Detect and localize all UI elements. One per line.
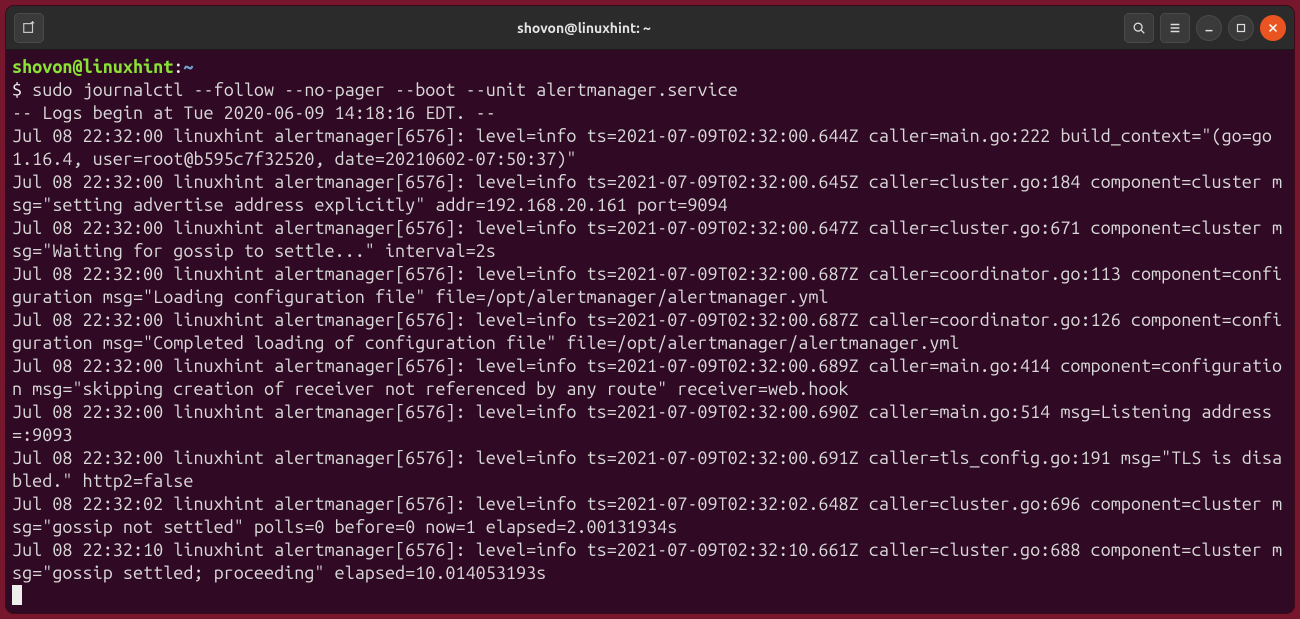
new-tab-icon: [22, 21, 36, 35]
menu-button[interactable]: [1160, 13, 1190, 43]
close-button[interactable]: [1260, 15, 1286, 41]
new-tab-button[interactable]: [14, 13, 44, 43]
prompt-dollar: $: [12, 80, 32, 100]
maximize-icon: [1234, 21, 1248, 35]
terminal-body[interactable]: shovon@linuxhint:~ $ sudo journalctl --f…: [6, 50, 1294, 613]
terminal-window: shovon@linuxhint: ~ shovon@linuxhint:~ $…: [6, 6, 1294, 613]
prompt-user: shovon@linuxhint: [12, 57, 173, 77]
log-output: -- Logs begin at Tue 2020-06-09 14:18:16…: [12, 103, 1282, 583]
minimize-icon: [1202, 21, 1216, 35]
window-title: shovon@linuxhint: ~: [50, 20, 1118, 36]
search-button[interactable]: [1124, 13, 1154, 43]
search-icon: [1132, 21, 1146, 35]
prompt-path: ~: [183, 57, 193, 77]
titlebar: shovon@linuxhint: ~: [6, 6, 1294, 50]
minimize-button[interactable]: [1196, 15, 1222, 41]
command-text: sudo journalctl --follow --no-pager --bo…: [32, 80, 738, 100]
maximize-button[interactable]: [1228, 15, 1254, 41]
prompt-sep: :: [173, 57, 183, 77]
cursor: [12, 585, 22, 605]
close-icon: [1266, 21, 1280, 35]
hamburger-icon: [1168, 21, 1182, 35]
